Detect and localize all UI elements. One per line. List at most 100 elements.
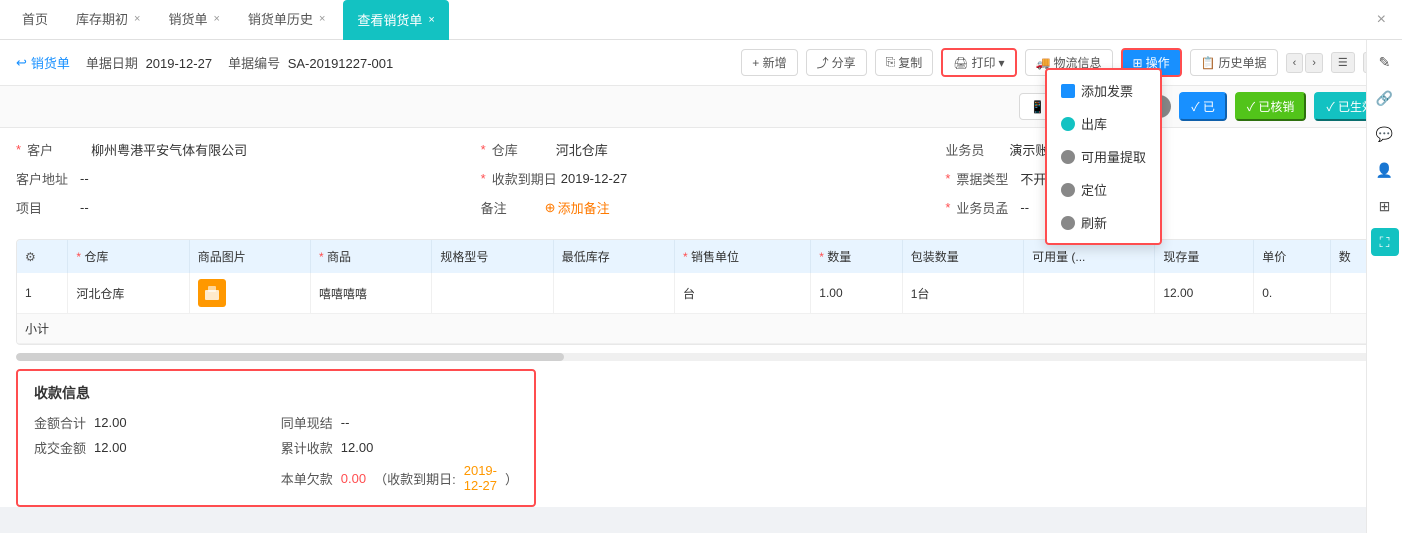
date-label: 单据日期 2019-12-27 (86, 53, 212, 72)
confirm-button[interactable]: ✓ 已 (1179, 92, 1227, 121)
th-settings: ⚙ (17, 240, 68, 273)
subtotal-row: 小计 (17, 314, 1385, 344)
payment-owed-row: 本单欠款 0.00 （收款到期日: 2019-12-27 ） (281, 463, 518, 493)
cell-no: 1 (17, 273, 68, 314)
share-button[interactable]: ⤴ 分享 (806, 49, 867, 76)
tab-inventory[interactable]: 库存期初 × (62, 0, 154, 40)
product-image (198, 279, 226, 307)
cell-sales-unit: 台 (675, 273, 811, 314)
dropdown-add-invoice[interactable]: 添加发票 (1047, 74, 1160, 107)
payment-grid: 金额合计 12.00 同单现结 -- 成交金额 12.00 累计收款 12.00… (34, 413, 518, 493)
th-sales-unit: * 销售单位 (675, 240, 811, 273)
doc-title: ↩ 销货单 (16, 53, 70, 72)
scroll-thumb (16, 353, 564, 361)
locate-icon (1061, 183, 1075, 197)
cell-warehouse: 河北仓库 (68, 273, 189, 314)
payment-date-field: * 收款到期日 2019-12-27 (481, 169, 922, 188)
th-min-stock: 最低库存 (553, 240, 674, 273)
tab-sales-close[interactable]: × (213, 13, 219, 25)
window-close-button[interactable]: × (1369, 11, 1394, 29)
confirm-icon: ✓ (1191, 100, 1199, 114)
copy-icon: ⎘ (886, 55, 896, 70)
th-image: 商品图片 (189, 240, 310, 273)
th-pkg-qty: 包装数量 (902, 240, 1023, 273)
next-button[interactable]: › (1305, 53, 1323, 73)
ticket-field: * 票据类型 不开票 (945, 169, 1386, 188)
note-field: 备注 ⊕ 添加备注 (481, 198, 922, 217)
add-note-button[interactable]: ⊕ 添加备注 (545, 198, 610, 217)
new-button[interactable]: + 新增 (741, 49, 797, 76)
payment-title: 收款信息 (34, 383, 518, 403)
sidebar-expand-icon[interactable]: ⛶ (1371, 228, 1399, 256)
form-section: * 客户 柳州粤港平安气体有限公司 * 仓库 河北仓库 业务员 演示账号 客户地… (0, 128, 1402, 239)
copy-button[interactable]: ⎘ 复制 (875, 49, 934, 76)
cell-min-stock (553, 273, 674, 314)
sidebar-chat-icon[interactable]: 💬 (1371, 120, 1399, 148)
dropdown-available-qty[interactable]: 可用量提取 (1047, 140, 1160, 173)
print-button[interactable]: 🖨 打印 ▾ (941, 48, 1016, 77)
form-row-1: * 客户 柳州粤港平安气体有限公司 * 仓库 河北仓库 业务员 演示账号 (16, 140, 1386, 159)
sidebar-edit-icon[interactable]: ✎ (1371, 48, 1399, 76)
payment-accumulated-row: 累计收款 12.00 (281, 438, 518, 457)
operation-dropdown: 添加发票 出库 可用量提取 定位 刷新 (1045, 68, 1162, 245)
payment-settlement-row: 同单现结 -- (281, 413, 518, 432)
prev-button[interactable]: ‹ (1286, 53, 1304, 73)
cell-spec (432, 273, 553, 314)
right-sidebar: ✎ 🔗 💬 👤 ⊞ ⛶ (1366, 40, 1402, 533)
th-product: * 商品 (311, 240, 432, 273)
tab-sales-history[interactable]: 销货单历史 × (234, 0, 339, 40)
customer-field: * 客户 柳州粤港平安气体有限公司 (16, 140, 457, 159)
tab-sales-history-close[interactable]: × (319, 13, 325, 25)
refresh-icon (1061, 216, 1075, 230)
th-price: 单价 (1254, 240, 1331, 273)
tab-sales[interactable]: 销货单 × (154, 0, 233, 40)
main-content: ↩ 销货单 单据日期 2019-12-27 单据编号 SA-20191227-0… (0, 40, 1402, 507)
sidebar-link-icon[interactable]: 🔗 (1371, 84, 1399, 112)
add-invoice-icon (1061, 84, 1075, 98)
horizontal-scrollbar[interactable] (16, 353, 1386, 361)
payment-deal-row: 成交金额 12.00 (34, 438, 257, 457)
list-view-button[interactable]: ☰ (1331, 52, 1355, 73)
tab-bar: 首页 库存期初 × 销货单 × 销货单历史 × 查看销货单 × × (0, 0, 1402, 40)
th-spec: 规格型号 (432, 240, 553, 273)
payment-total-row: 金额合计 12.00 (34, 413, 257, 432)
table-header-row: ⚙ * 仓库 商品图片 * 商品 规格型号 最低库存 * 销售单位 * 数量 包… (17, 240, 1385, 273)
th-warehouse: * 仓库 (68, 240, 189, 273)
payment-section: 收款信息 金额合计 12.00 同单现结 -- 成交金额 12.00 累计收款 … (16, 369, 536, 507)
check-icon: ✓ (1247, 100, 1255, 114)
tab-inventory-close[interactable]: × (134, 13, 140, 25)
tab-view-sales[interactable]: 查看销货单 × (343, 0, 448, 40)
cell-pkg-qty: 1台 (902, 273, 1023, 314)
project-field: 项目 -- (16, 198, 457, 217)
dropdown-locate[interactable]: 定位 (1047, 173, 1160, 206)
cell-available (1024, 273, 1155, 314)
number-label: 单据编号 SA-20191227-001 (228, 53, 393, 72)
warehouse-field: * 仓库 河北仓库 (481, 140, 922, 159)
th-quantity: * 数量 (811, 240, 902, 273)
dropdown-refresh[interactable]: 刷新 (1047, 206, 1160, 239)
settings-icon[interactable]: ⚙ (25, 250, 36, 264)
form-row-3: 项目 -- 备注 ⊕ 添加备注 * 业务员孟 -- (16, 198, 1386, 217)
tab-home[interactable]: 首页 (8, 0, 62, 40)
sold-out-button[interactable]: ✓ 已核销 (1235, 92, 1307, 121)
tab-view-sales-close[interactable]: × (428, 14, 434, 26)
plus-icon: ⊕ (545, 200, 556, 216)
address-field: 客户地址 -- (16, 169, 457, 188)
product-table: ⚙ * 仓库 商品图片 * 商品 规格型号 最低库存 * 销售单位 * 数量 包… (16, 239, 1386, 345)
doc-meta: 单据日期 2019-12-27 单据编号 SA-20191227-001 (86, 53, 393, 72)
sidebar-grid-icon[interactable]: ⊞ (1371, 192, 1399, 220)
print-dropdown-icon: ▾ (999, 56, 1005, 70)
subtotal-label: 小计 (17, 314, 1385, 344)
outbound-icon (1061, 117, 1075, 131)
sales-doc-icon: ↩ (16, 55, 27, 71)
history-button[interactable]: 📋 历史单据 (1190, 49, 1278, 76)
sidebar-user-icon[interactable]: 👤 (1371, 156, 1399, 184)
cell-price: 0. (1254, 273, 1331, 314)
action-bar: 📱 来自手机 未开票 ✓ 已 ✓ 已核销 ✓ 已生效 (0, 86, 1402, 128)
staff-field: 业务员 演示账号 (945, 140, 1386, 159)
form-row-2: 客户地址 -- * 收款到期日 2019-12-27 * 票据类型 不开票 (16, 169, 1386, 188)
doc-header: ↩ 销货单 单据日期 2019-12-27 单据编号 SA-20191227-0… (0, 40, 1402, 86)
dropdown-outbound[interactable]: 出库 (1047, 107, 1160, 140)
history-icon: 📋 (1201, 56, 1216, 70)
cell-quantity: 1.00 (811, 273, 902, 314)
